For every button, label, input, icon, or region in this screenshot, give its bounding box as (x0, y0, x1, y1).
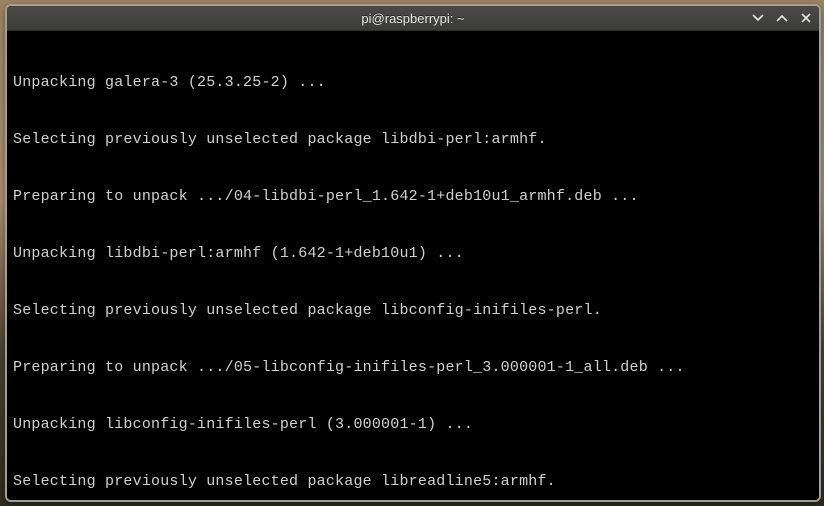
terminal-line: Preparing to unpack .../04-libdbi-perl_1… (13, 187, 813, 206)
terminal-line: Unpacking galera-3 (25.3.25-2) ... (13, 73, 813, 92)
minimize-icon[interactable] (751, 11, 765, 25)
terminal-window: pi@raspberrypi: ~ Unpacking galera-3 (25… (5, 4, 821, 502)
terminal-line: Unpacking libdbi-perl:armhf (1.642-1+deb… (13, 244, 813, 263)
terminal-line: Unpacking libconfig-inifiles-perl (3.000… (13, 415, 813, 434)
terminal-line: Preparing to unpack .../05-libconfig-ini… (13, 358, 813, 377)
close-icon[interactable] (799, 11, 813, 25)
window-title: pi@raspberrypi: ~ (361, 11, 464, 26)
window-controls (751, 6, 813, 30)
terminal-line: Selecting previously unselected package … (13, 472, 813, 491)
titlebar[interactable]: pi@raspberrypi: ~ (7, 6, 819, 31)
terminal-body[interactable]: Unpacking galera-3 (25.3.25-2) ... Selec… (7, 31, 819, 500)
terminal-line: Selecting previously unselected package … (13, 301, 813, 320)
maximize-icon[interactable] (775, 11, 789, 25)
terminal-line: Selecting previously unselected package … (13, 130, 813, 149)
